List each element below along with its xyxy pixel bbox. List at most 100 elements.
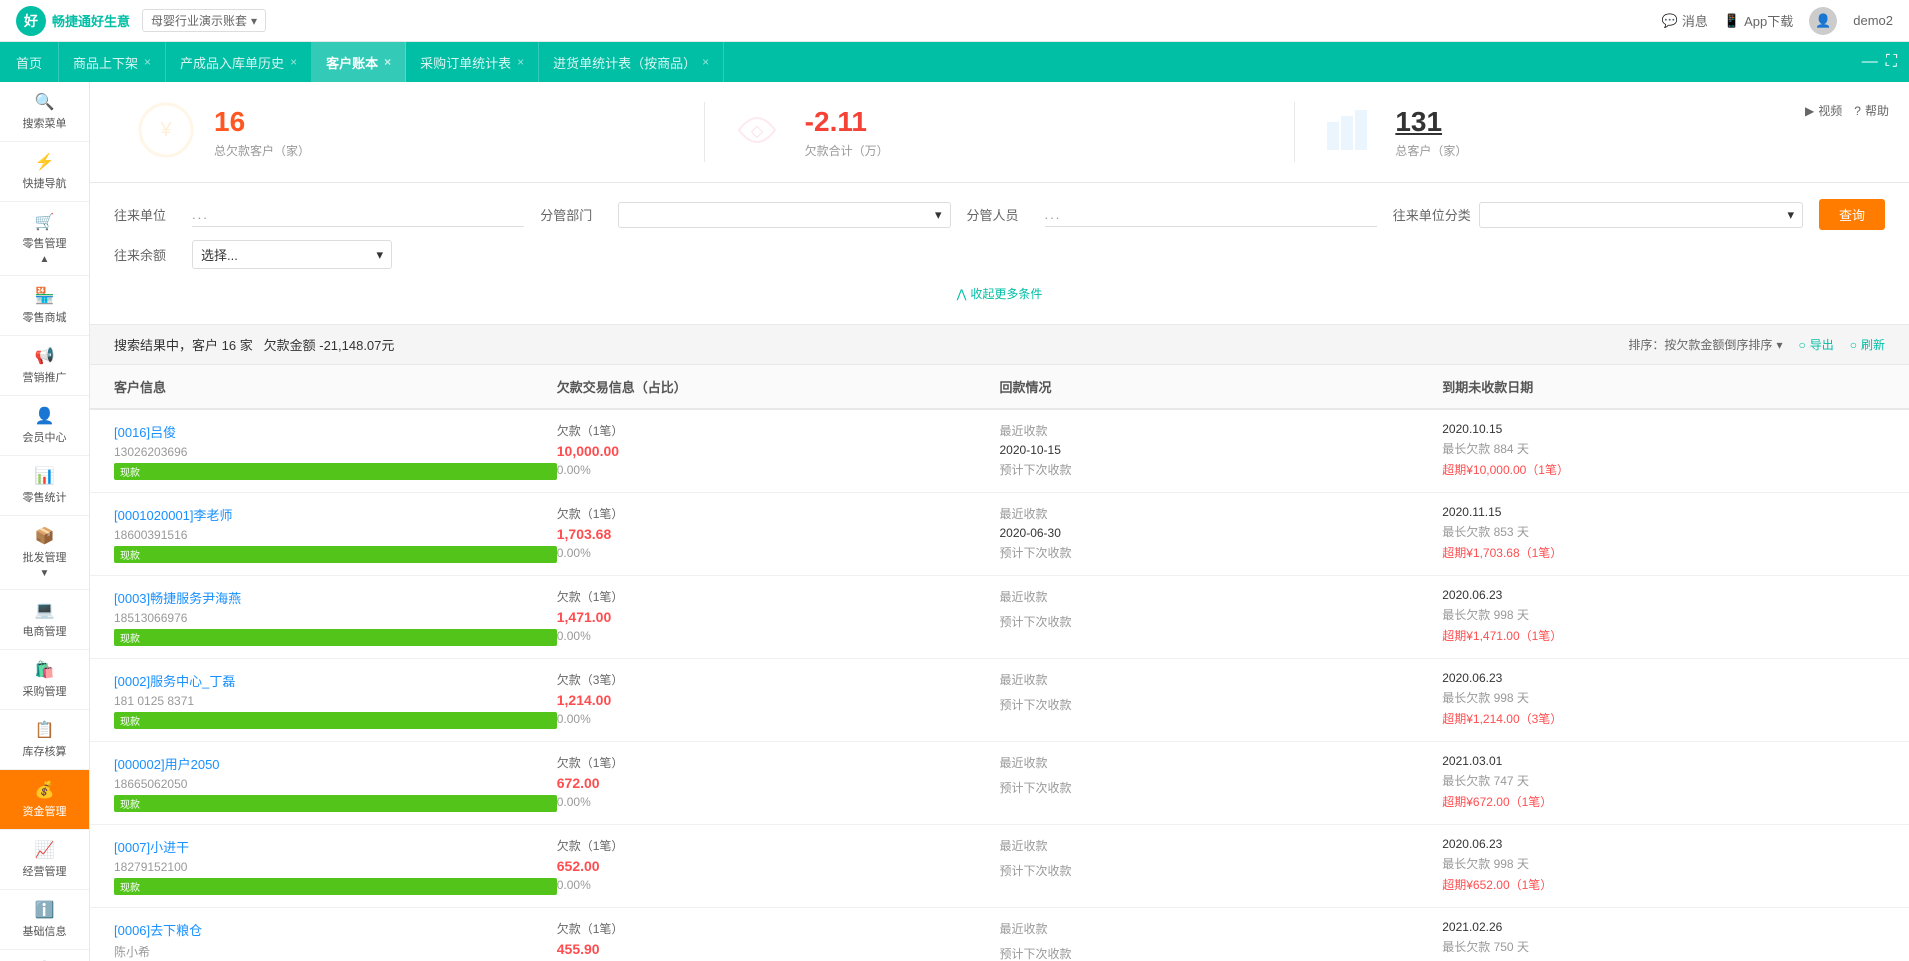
tab-goods-close[interactable]: × xyxy=(144,55,151,69)
table-header: 客户信息 欠款交易信息（占比） 回款情况 到期未收款日期 xyxy=(90,365,1909,410)
company-selector[interactable]: 母婴行业演示账套 ▾ xyxy=(142,9,266,32)
tab-customer-account[interactable]: 客户账本 × xyxy=(312,42,406,82)
tab-production[interactable]: 产成品入库单历史 × xyxy=(166,42,312,82)
sidebar-label-marketing: 营销推广 xyxy=(23,369,67,385)
tab-home[interactable]: 首页 xyxy=(0,42,59,82)
tab-home-label: 首页 xyxy=(16,53,42,72)
stat-values-total: 131 总客户（家） xyxy=(1395,106,1467,159)
sidebar-item-basic-info[interactable]: ℹ️ 基础信息 xyxy=(0,890,89,950)
sidebar-item-inventory[interactable]: 📋 库存核算 xyxy=(0,710,89,770)
stat-values-customers: 16 总欠款客户（家） xyxy=(214,106,310,159)
debt-amount-1[interactable]: 1,703.68 xyxy=(557,526,1000,542)
sidebar-item-search[interactable]: 🔍 搜索菜单 xyxy=(0,82,89,142)
sidebar-item-retail-store[interactable]: 🏪 零售商城 xyxy=(0,276,89,336)
main-layout: 🔍 搜索菜单 ⚡ 快捷导航 🛒 零售管理 ▲ 🏪 零售商城 📢 营销推广 👤 会… xyxy=(0,82,1909,961)
table-row: [0006]去下粮仓 陈小希 现款 欠款（1笔） 455.90 0.00% 最近… xyxy=(90,908,1909,961)
overdue-link-3[interactable]: 超期¥1,214.00（3笔） xyxy=(1442,710,1885,727)
company-name: 母婴行业演示账套 xyxy=(151,12,247,29)
overdue-link-2[interactable]: 超期¥1,471.00（1笔） xyxy=(1442,627,1885,644)
due-detail-2: 最长欠款 998 天 xyxy=(1442,606,1885,623)
sidebar-item-member[interactable]: 👤 会员中心 xyxy=(0,396,89,456)
svg-text:¥: ¥ xyxy=(159,119,172,141)
filter-unit-category: 往来单位分类 ▾ xyxy=(1393,202,1803,228)
search-button[interactable]: 查询 xyxy=(1819,199,1885,230)
customer-name-2[interactable]: [0003]畅捷服务尹海燕 xyxy=(114,588,557,607)
debt-amount-3[interactable]: 1,214.00 xyxy=(557,692,1000,708)
sidebar-item-finance[interactable]: 💰 资金管理 xyxy=(0,770,89,830)
customer-name-5[interactable]: [0007]小进干 xyxy=(114,837,557,856)
sidebar-item-ecommerce[interactable]: 💻 电商管理 xyxy=(0,590,89,650)
sidebar-item-batch-mgmt[interactable]: 📦 批发管理 ▼ xyxy=(0,516,89,590)
refresh-button[interactable]: ○ 刷新 xyxy=(1850,336,1885,353)
view-label: 视频 xyxy=(1818,102,1842,119)
customer-name-1[interactable]: [0001020001]李老师 xyxy=(114,505,557,524)
avatar[interactable]: 👤 xyxy=(1809,7,1837,35)
tab-purchase-order-close[interactable]: × xyxy=(517,55,524,69)
debt-amount-4[interactable]: 672.00 xyxy=(557,775,1000,791)
customer-tag-1: 现款 xyxy=(114,546,557,563)
debt-amount-5[interactable]: 652.00 xyxy=(557,858,1000,874)
collapse-button[interactable]: ⋀ 收起更多条件 xyxy=(114,279,1885,308)
customer-info-4: [000002]用户2050 18665062050 现款 xyxy=(114,754,557,812)
sidebar-item-marketing[interactable]: 📢 营销推广 xyxy=(0,336,89,396)
dept-select[interactable]: ▾ xyxy=(618,202,950,228)
stat-label-customers: 总欠款客户（家） xyxy=(214,142,310,159)
overdue-link-0[interactable]: 超期¥10,000.00（1笔） xyxy=(1442,461,1885,478)
tabs-maximize-icon[interactable]: ⛶ xyxy=(1886,53,1897,71)
debt-info-6: 欠款（1笔） 455.90 0.00% xyxy=(557,920,1000,961)
tab-purchase-order[interactable]: 采购订单统计表 × xyxy=(406,42,539,82)
tab-production-close[interactable]: × xyxy=(290,55,297,69)
results-info: 搜索结果中，客户 16 家 欠款金额 -21,148.07元 xyxy=(114,335,394,354)
tab-stock-stat-close[interactable]: × xyxy=(702,55,709,69)
tab-stock-stat[interactable]: 进货单统计表（按商品） × xyxy=(539,42,724,82)
tab-goods[interactable]: 商品上下架 × xyxy=(59,42,166,82)
sort-label: 排序：按欠款金额倒序排序 xyxy=(1628,336,1772,353)
debt-amount-0[interactable]: 10,000.00 xyxy=(557,443,1000,459)
customer-name-6[interactable]: [0006]去下粮仓 xyxy=(114,920,557,939)
overdue-link-1[interactable]: 超期¥1,703.68（1笔） xyxy=(1442,544,1885,561)
last-payment-label-4: 最近收款 xyxy=(1000,754,1443,771)
export-button[interactable]: ○ 导出 xyxy=(1798,336,1833,353)
due-date-1: 2020.11.15 xyxy=(1442,505,1885,519)
overdue-link-5[interactable]: 超期¥652.00（1笔） xyxy=(1442,876,1885,893)
video-icon: ▶ xyxy=(1805,104,1814,118)
remaining-select[interactable]: 选择... ▾ xyxy=(192,240,392,269)
sort-select[interactable]: 排序：按欠款金额倒序排序 ▾ xyxy=(1628,336,1782,353)
unit-category-select[interactable]: ▾ xyxy=(1479,202,1803,228)
customer-name-0[interactable]: [0016]吕俊 xyxy=(114,422,557,441)
stat-debt-amount: ◇ -2.11 欠款合计（万） xyxy=(704,102,1295,162)
sidebar-item-retail-mgmt[interactable]: 🛒 零售管理 ▲ xyxy=(0,202,89,276)
customer-phone-1: 18600391516 xyxy=(114,528,557,542)
customer-phone-2: 18513066976 xyxy=(114,611,557,625)
last-payment-label-1: 最近收款 xyxy=(1000,505,1443,522)
app-download-button[interactable]: 📱 App下载 xyxy=(1724,11,1793,30)
customer-tag-2: 现款 xyxy=(114,629,557,646)
sidebar-item-system[interactable]: ⚙️ 系统管理 xyxy=(0,950,89,961)
due-detail-5: 最长欠款 998 天 xyxy=(1442,855,1885,872)
sidebar-item-quick-nav[interactable]: ⚡ 快捷导航 xyxy=(0,142,89,202)
last-payment-date-0: 2020-10-15 xyxy=(1000,443,1443,457)
overdue-link-4[interactable]: 超期¥672.00（1笔） xyxy=(1442,793,1885,810)
customer-phone-4: 18665062050 xyxy=(114,777,557,791)
customer-name-3[interactable]: [0002]服务中心_丁磊 xyxy=(114,671,557,690)
due-date-2: 2020.06.23 xyxy=(1442,588,1885,602)
table-row: [0001020001]李老师 18600391516 现款 欠款（1笔） 1,… xyxy=(90,493,1909,576)
sidebar-item-purchase[interactable]: 🛍️ 采购管理 xyxy=(0,650,89,710)
customer-name-4[interactable]: [000002]用户2050 xyxy=(114,754,557,773)
from-unit-input[interactable]: ... xyxy=(192,203,524,227)
tabs-minimize-icon[interactable]: — xyxy=(1862,53,1878,71)
sidebar-item-retail-stats[interactable]: 📊 零售统计 xyxy=(0,456,89,516)
payment-info-0: 最近收款 2020-10-15 预计下次收款 xyxy=(1000,422,1443,478)
purchase-icon: 🛍️ xyxy=(35,660,55,680)
chevron-down-icon: ▾ xyxy=(935,207,942,223)
message-button[interactable]: 💬 消息 xyxy=(1662,11,1708,30)
view-btn[interactable]: ▶ 视频 xyxy=(1805,102,1842,119)
debt-amount-2[interactable]: 1,471.00 xyxy=(557,609,1000,625)
person-input[interactable]: ... xyxy=(1045,203,1377,227)
results-unit: 家 xyxy=(240,338,253,353)
help-btn[interactable]: ? 帮助 xyxy=(1854,102,1889,119)
tabs-bar: 首页 商品上下架 × 产成品入库单历史 × 客户账本 × 采购订单统计表 × 进… xyxy=(0,42,1909,82)
debt-amount-6[interactable]: 455.90 xyxy=(557,941,1000,957)
tab-customer-account-close[interactable]: × xyxy=(384,55,391,69)
sidebar-item-operation[interactable]: 📈 经营管理 xyxy=(0,830,89,890)
